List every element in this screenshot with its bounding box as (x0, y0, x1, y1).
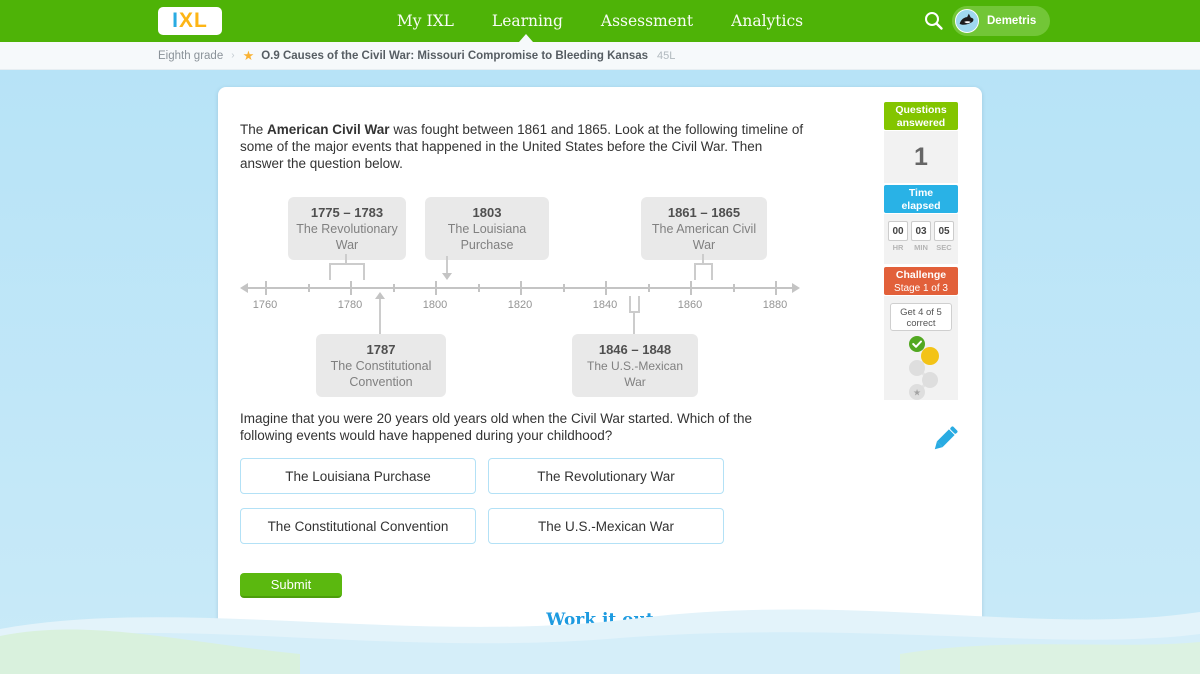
event-years: 1787 (366, 342, 396, 357)
timeline-tick (392, 284, 395, 292)
axis-right-arrow-icon (792, 283, 800, 293)
practice-stats-sidebar: Questions answered 1 Time elapsed 00 03 … (884, 102, 958, 402)
user-account-chip[interactable]: Demetris (952, 6, 1051, 36)
timeline-tick (562, 284, 565, 292)
timeline-tick (307, 284, 310, 292)
event-name: The Constitutional Convention (330, 359, 432, 389)
challenge-header: Challenge Stage 1 of 3 (884, 267, 958, 295)
timeline-event-american-civil-war: 1861 – 1865 The American Civil War (641, 197, 767, 260)
avatar (955, 9, 979, 33)
nav-learning[interactable]: Learning (492, 12, 563, 30)
timeline-tick-label: 1820 (507, 299, 533, 311)
minutes-value: 03 (911, 221, 931, 241)
breadcrumb: Eighth grade › ★ O.9 Causes of the Civil… (0, 42, 1200, 70)
timeline-tick (690, 281, 692, 295)
questions-answered-header: Questions answered (884, 102, 958, 130)
challenge-progress-path: ★ (909, 336, 939, 400)
timeline-event-constitutional-convention: 1787 The Constitutional Convention (316, 334, 446, 397)
active-tab-caret (519, 34, 533, 42)
answer-option-revolutionary-war[interactable]: The Revolutionary War (488, 458, 724, 494)
timeline-tick (350, 281, 352, 295)
question-intro: The American Civil War was fought betwee… (240, 122, 804, 171)
seconds-value: 05 (934, 221, 954, 241)
star-node-icon: ★ (913, 388, 921, 398)
breadcrumb-separator-icon: › (231, 50, 235, 61)
timeline-tick (775, 281, 777, 295)
challenge-stage-label: Stage 1 of 3 (894, 283, 948, 294)
top-nav-bar: I XL My IXL Learning Assessment Analytics… (0, 0, 1200, 42)
connector-arrow (446, 256, 448, 273)
timeline-event-louisiana-purchase: 1803 The Louisiana Purchase (425, 197, 549, 260)
nav-assessment[interactable]: Assessment (601, 12, 693, 30)
timeline-tick-label: 1880 (762, 299, 788, 311)
time-elapsed-value: 00 03 05 HR MIN SEC (884, 214, 958, 264)
event-years: 1846 – 1848 (598, 342, 672, 357)
axis-left-arrow-icon (240, 283, 248, 293)
connector-line (329, 263, 331, 280)
timeline-tick (605, 281, 607, 295)
challenge-goal: Get 4 of 5 correct (890, 303, 952, 331)
questions-answered-value: 1 (884, 131, 958, 183)
event-name: The American Civil War (651, 222, 757, 252)
arrow-up-icon (375, 292, 385, 299)
connector-line (694, 263, 696, 280)
intro-bold-term: American Civil War (267, 122, 390, 137)
timeline-tick (520, 281, 522, 295)
pencil-tool-icon[interactable] (926, 422, 962, 458)
progress-node-correct (909, 336, 925, 352)
timeline-event-us-mexican-war: 1846 – 1848 The U.S.-Mexican War (572, 334, 698, 397)
main-area: The American Civil War was fought betwee… (0, 70, 1200, 674)
connector-arrow (379, 298, 381, 334)
breadcrumb-grade-link[interactable]: Eighth grade (158, 50, 223, 62)
timeline-event-revolutionary-war: 1775 – 1783 The Revolutionary War (288, 197, 406, 260)
timeline-tick (265, 281, 267, 295)
star-icon: ★ (242, 47, 255, 63)
answer-option-louisiana-purchase[interactable]: The Louisiana Purchase (240, 458, 476, 494)
timeline-tick (732, 284, 735, 292)
connector-line (329, 263, 365, 265)
event-years: 1775 – 1783 (310, 205, 384, 220)
timeline-tick-label: 1860 (677, 299, 703, 311)
connector-line (633, 313, 635, 334)
timeline-tick (647, 284, 650, 292)
event-name: The U.S.-Mexican War (586, 359, 684, 389)
time-elapsed-header: Time elapsed (884, 185, 958, 213)
progress-node-pending (909, 360, 925, 376)
connector-line (711, 263, 713, 280)
challenge-progress: Get 4 of 5 correct ★ (884, 296, 958, 400)
timeline-tick-label: 1780 (337, 299, 363, 311)
arrow-down-icon (442, 273, 452, 280)
username-label: Demetris (987, 15, 1037, 27)
connector-line (363, 263, 365, 280)
progress-node-pending (922, 372, 938, 388)
event-name: The Revolutionary War (296, 222, 398, 252)
timeline-figure: 1760 1780 1800 1820 1840 1860 1880 1775 – 1783… (240, 193, 800, 397)
event-name: The Louisiana Purchase (447, 222, 527, 252)
hours-value: 00 (888, 221, 908, 241)
answer-option-constitutional-convention[interactable]: The Constitutional Convention (240, 508, 476, 544)
event-years: 1803 (472, 205, 502, 220)
question-prompt: Imagine that you were 20 years old years… (240, 411, 752, 443)
timeline-tick-label: 1800 (422, 299, 448, 311)
timeline-tick-label: 1840 (592, 299, 618, 311)
progress-node-current (921, 347, 939, 365)
nav-analytics[interactable]: Analytics (731, 12, 803, 30)
search-icon[interactable] (923, 10, 945, 32)
answer-option-us-mexican-war[interactable]: The U.S.-Mexican War (488, 508, 724, 544)
timeline-tick-label: 1760 (252, 299, 278, 311)
smartscore-badge: 45L (657, 49, 676, 62)
timeline-tick (477, 284, 480, 292)
answer-options: The Louisiana Purchase The Revolutionary… (240, 458, 960, 544)
nav-my-ixl[interactable]: My IXL (397, 12, 454, 30)
wave-background (0, 609, 1200, 674)
orca-avatar-icon (956, 10, 978, 32)
timeline-tick (435, 281, 437, 295)
event-years: 1861 – 1865 (667, 205, 741, 220)
skill-title: O.9 Causes of the Civil War: Missouri Co… (261, 49, 649, 62)
